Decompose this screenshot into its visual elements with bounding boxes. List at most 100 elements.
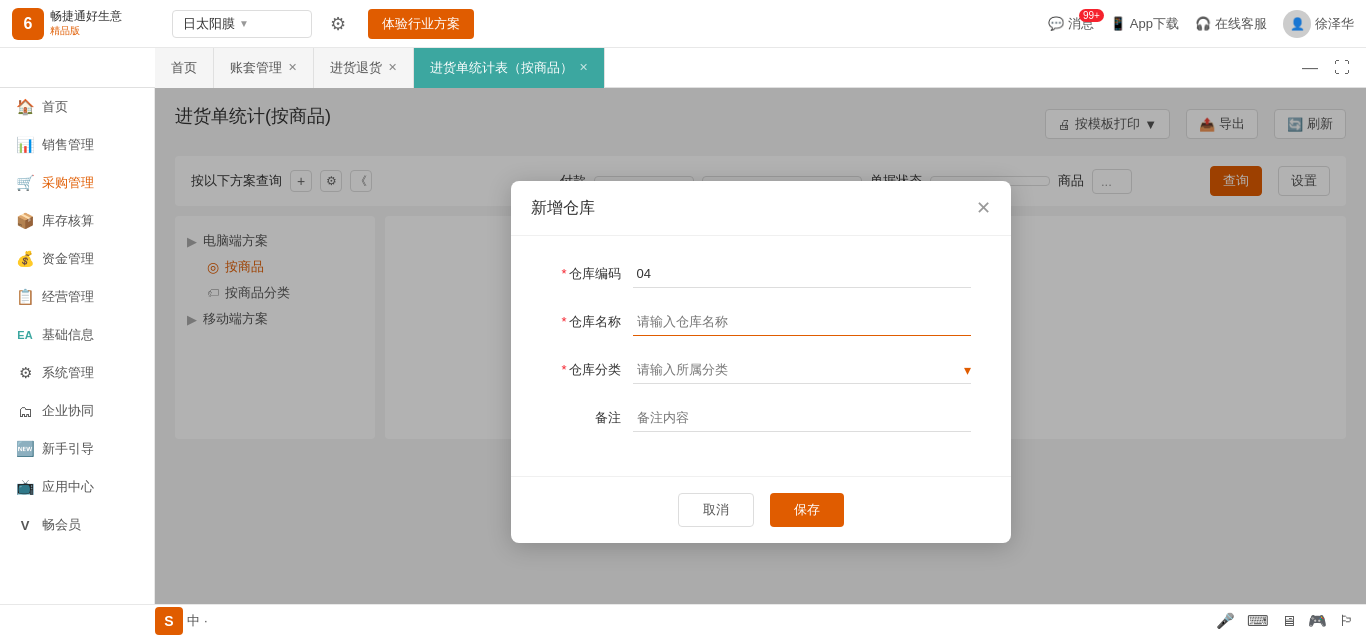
dialog-body: *仓库编码 *仓库名称 (511, 236, 1011, 476)
tabbar: 首页 账套管理 ✕ 进货退货 ✕ 进货单统计表（按商品） ✕ — ⛶ (0, 48, 1366, 88)
dialog-title: 新增仓库 (531, 198, 595, 219)
settings-button[interactable]: ⚙ (322, 8, 354, 40)
warehouse-note-input[interactable] (633, 404, 971, 432)
main-layout: 🏠 首页 📊 销售管理 🛒 采购管理 📦 库存核算 💰 资金管理 📋 经营管理 … (0, 88, 1366, 636)
sidebar-item-operations-label: 经营管理 (42, 288, 94, 306)
sidebar-item-system-label: 系统管理 (42, 364, 94, 382)
category-dropdown-arrow[interactable]: ▾ (964, 362, 971, 378)
bottom-dot1: · (204, 613, 208, 628)
bottom-icons: 🎤 ⌨ 🖥 🎮 🏳 (1216, 612, 1354, 630)
flag-icon[interactable]: 🏳 (1339, 612, 1354, 629)
store-dropdown-arrow: ▼ (239, 18, 249, 29)
warehouse-category-label: *仓库分类 (551, 361, 621, 379)
topbar: 6 畅捷通好生意 精品版 日太阳膜 ▼ ⚙ 体验行业方案 💬 消息 99+ 📱 … (0, 0, 1366, 48)
logo-area: 6 畅捷通好生意 精品版 (12, 8, 162, 40)
sidebar-item-sales-label: 销售管理 (42, 136, 94, 154)
system-icon: ⚙ (16, 364, 34, 382)
bottom-bar: S 中 · 🎤 ⌨ 🖥 🎮 🏳 (0, 604, 1366, 636)
tab-account[interactable]: 账套管理 ✕ (214, 48, 314, 88)
logo-text: 畅捷通好生意 (50, 9, 122, 25)
tab-purchase-stat-label: 进货单统计表（按商品） (430, 59, 573, 77)
purchase-icon: 🛒 (16, 174, 34, 192)
cancel-button[interactable]: 取消 (678, 493, 754, 527)
warehouse-code-label: *仓库编码 (551, 265, 621, 283)
tab-expand-button[interactable]: ⛶ (1330, 59, 1354, 77)
tab-purchase-return[interactable]: 进货退货 ✕ (314, 48, 414, 88)
sidebar-item-operations[interactable]: 📋 经营管理 (0, 278, 154, 316)
app-center-icon: 📺 (16, 478, 34, 496)
tab-purchase-return-close[interactable]: ✕ (388, 61, 397, 74)
warehouse-code-input[interactable] (633, 260, 971, 288)
tab-purchase-stat[interactable]: 进货单统计表（按商品） ✕ (414, 48, 605, 88)
store-selector[interactable]: 日太阳膜 ▼ (172, 10, 312, 38)
sidebar-item-home[interactable]: 🏠 首页 (0, 88, 154, 126)
logo-icon: 6 (12, 8, 44, 40)
gamepad-icon[interactable]: 🎮 (1308, 612, 1327, 630)
guide-icon: 🆕 (16, 440, 34, 458)
dialog-close-button[interactable]: ✕ (976, 197, 991, 219)
tab-account-label: 账套管理 (230, 59, 282, 77)
sidebar-item-enterprise[interactable]: 🗂 企业协同 (0, 392, 154, 430)
sidebar-item-finance-label: 资金管理 (42, 250, 94, 268)
app-download-button[interactable]: 📱 App下载 (1110, 15, 1179, 33)
display-icon[interactable]: 🖥 (1281, 612, 1296, 629)
sidebar-item-inventory[interactable]: 📦 库存核算 (0, 202, 154, 240)
modal-overlay: 新增仓库 ✕ *仓库编码 *仓库名称 (155, 88, 1366, 636)
sidebar-item-basic-info[interactable]: EA 基础信息 (0, 316, 154, 354)
keyboard-icon[interactable]: ⌨ (1247, 612, 1269, 630)
warehouse-note-row: 备注 (551, 404, 971, 432)
code-required-star: * (561, 266, 566, 281)
trial-button[interactable]: 体验行业方案 (368, 9, 474, 39)
tab-actions: — ⛶ (1298, 59, 1366, 77)
sidebar: 🏠 首页 📊 销售管理 🛒 采购管理 📦 库存核算 💰 资金管理 📋 经营管理 … (0, 88, 155, 636)
save-button[interactable]: 保存 (770, 493, 844, 527)
sidebar-item-member[interactable]: V 畅会员 (0, 506, 154, 544)
sidebar-item-system[interactable]: ⚙ 系统管理 (0, 354, 154, 392)
enterprise-icon: 🗂 (16, 402, 34, 420)
warehouse-note-label: 备注 (551, 409, 621, 427)
sidebar-item-enterprise-label: 企业协同 (42, 402, 94, 420)
tab-purchase-return-label: 进货退货 (330, 59, 382, 77)
online-service-button[interactable]: 🎧 在线客服 (1195, 15, 1267, 33)
tab-purchase-stat-close[interactable]: ✕ (579, 61, 588, 74)
inventory-icon: 📦 (16, 212, 34, 230)
tab-minimize-button[interactable]: — (1298, 59, 1322, 77)
warehouse-category-input[interactable] (633, 356, 964, 383)
logo-sub: 精品版 (50, 24, 122, 38)
online-service-label: 在线客服 (1215, 15, 1267, 33)
warehouse-name-input-wrapper (633, 308, 971, 336)
sidebar-item-guide-label: 新手引导 (42, 440, 94, 458)
sidebar-item-member-label: 畅会员 (42, 516, 81, 534)
add-warehouse-dialog: 新增仓库 ✕ *仓库编码 *仓库名称 (511, 181, 1011, 543)
service-icon: 🎧 (1195, 16, 1211, 31)
sidebar-item-purchase[interactable]: 🛒 采购管理 (0, 164, 154, 202)
basic-info-icon: EA (16, 326, 34, 344)
warehouse-category-row: *仓库分类 ▾ (551, 356, 971, 384)
category-required-star: * (561, 362, 566, 377)
user-profile[interactable]: 👤 徐泽华 (1283, 10, 1354, 38)
microphone-icon[interactable]: 🎤 (1216, 612, 1235, 630)
tab-home[interactable]: 首页 (155, 48, 214, 88)
warehouse-name-label: *仓库名称 (551, 313, 621, 331)
warehouse-name-input[interactable] (633, 308, 971, 335)
sidebar-item-sales[interactable]: 📊 销售管理 (0, 126, 154, 164)
member-icon: V (16, 516, 34, 534)
sidebar-item-home-label: 首页 (42, 98, 68, 116)
home-icon: 🏠 (16, 98, 34, 116)
warehouse-code-row: *仓库编码 (551, 260, 971, 288)
dialog-footer: 取消 保存 (511, 476, 1011, 543)
avatar: 👤 (1283, 10, 1311, 38)
messages-button[interactable]: 💬 消息 99+ (1048, 15, 1094, 33)
sidebar-item-app-center-label: 应用中心 (42, 478, 94, 496)
sales-icon: 📊 (16, 136, 34, 154)
warehouse-category-input-wrapper: ▾ (633, 356, 971, 384)
warehouse-name-row: *仓库名称 (551, 308, 971, 336)
sidebar-item-app-center[interactable]: 📺 应用中心 (0, 468, 154, 506)
store-name: 日太阳膜 (183, 15, 235, 33)
sidebar-item-finance[interactable]: 💰 资金管理 (0, 240, 154, 278)
sidebar-item-guide[interactable]: 🆕 新手引导 (0, 430, 154, 468)
sidebar-item-basic-info-label: 基础信息 (42, 326, 94, 344)
tab-account-close[interactable]: ✕ (288, 61, 297, 74)
finance-icon: 💰 (16, 250, 34, 268)
bottom-logo: S 中 · (155, 607, 208, 635)
